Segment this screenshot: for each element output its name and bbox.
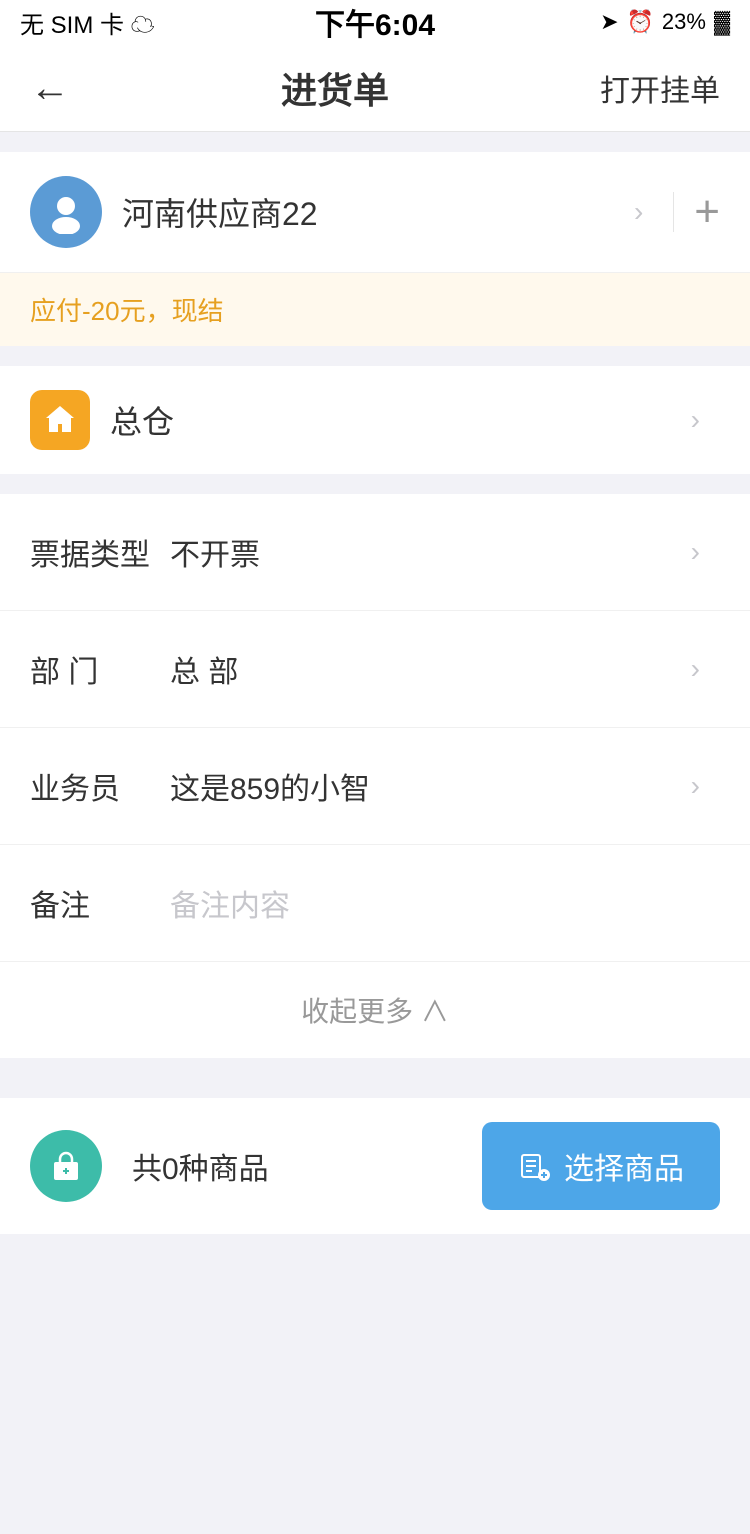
remark-value[interactable]: 备注内容 bbox=[170, 881, 720, 925]
warehouse-chevron-icon: › bbox=[691, 404, 700, 436]
collapse-label: 收起更多 ∧ bbox=[301, 996, 449, 1027]
status-time: 下午6:04 bbox=[315, 0, 435, 44]
warehouse-row[interactable]: 总仓 › bbox=[0, 366, 750, 474]
alarm-icon: ⏰ bbox=[627, 9, 654, 35]
department-label: 部 门 bbox=[30, 647, 170, 691]
collapse-button[interactable]: 收起更多 ∧ bbox=[0, 961, 750, 1058]
nav-bar: ← 进货单 打开挂单 bbox=[0, 44, 750, 132]
back-button[interactable]: ← bbox=[30, 68, 70, 108]
location-icon: ➤ bbox=[600, 9, 618, 35]
select-product-button[interactable]: 选择商品 bbox=[482, 1122, 720, 1210]
status-left: 无 SIM 卡 ☁ bbox=[20, 5, 155, 40]
product-icon bbox=[30, 1130, 102, 1202]
warehouse-card[interactable]: 总仓 › bbox=[0, 366, 750, 474]
select-btn-label: 选择商品 bbox=[564, 1144, 684, 1188]
page-background bbox=[0, 1234, 750, 1534]
status-bar: 无 SIM 卡 ☁ 下午6:04 ➤ ⏰ 23% ▓ bbox=[0, 0, 750, 44]
warehouse-icon bbox=[30, 390, 90, 450]
invoice-type-row[interactable]: 票据类型 不开票 › bbox=[0, 494, 750, 611]
gap-1 bbox=[0, 132, 750, 152]
invoice-type-value: 不开票 bbox=[170, 530, 671, 574]
battery-icon: ▓ bbox=[714, 9, 730, 35]
battery-text: 23% bbox=[662, 9, 706, 35]
invoice-type-chevron-icon: › bbox=[691, 536, 700, 568]
shopping-bag-icon bbox=[46, 1146, 86, 1186]
supplier-card: 河南供应商22 › + 应付-20元，现结 bbox=[0, 152, 750, 346]
gap-2 bbox=[0, 346, 750, 366]
form-section: 票据类型 不开票 › 部 门 总 部 › 业务员 这是859的小智 › 备注 备… bbox=[0, 494, 750, 961]
add-button[interactable]: + bbox=[684, 190, 720, 234]
remark-row[interactable]: 备注 备注内容 bbox=[0, 845, 750, 961]
department-chevron-icon: › bbox=[691, 653, 700, 685]
open-pending-button[interactable]: 打开挂单 bbox=[600, 66, 720, 110]
status-right: ➤ ⏰ 23% ▓ bbox=[600, 9, 730, 35]
product-count: 共0种商品 bbox=[132, 1144, 452, 1188]
remark-label: 备注 bbox=[30, 881, 170, 925]
gap-3 bbox=[0, 1058, 750, 1078]
invoice-type-label: 票据类型 bbox=[30, 530, 170, 574]
supplier-chevron-icon: › bbox=[634, 196, 643, 228]
salesperson-label: 业务员 bbox=[30, 764, 170, 808]
salesperson-chevron-icon: › bbox=[691, 770, 700, 802]
supplier-avatar bbox=[30, 176, 102, 248]
person-icon bbox=[44, 190, 88, 234]
department-value: 总 部 bbox=[170, 647, 671, 691]
salesperson-value: 这是859的小智 bbox=[170, 764, 671, 808]
supplier-divider bbox=[673, 192, 674, 232]
notice-text: 应付-20元，现结 bbox=[30, 296, 224, 326]
bottom-bar: 共0种商品 选择商品 bbox=[0, 1098, 750, 1234]
supplier-name: 河南供应商22 bbox=[122, 189, 614, 235]
page-title: 进货单 bbox=[281, 62, 389, 114]
signal-text: 无 SIM 卡 ☁ bbox=[20, 5, 155, 40]
department-row[interactable]: 部 门 总 部 › bbox=[0, 611, 750, 728]
salesperson-row[interactable]: 业务员 这是859的小智 › bbox=[0, 728, 750, 845]
warehouse-name: 总仓 bbox=[110, 397, 671, 443]
supplier-row[interactable]: 河南供应商22 › + bbox=[0, 152, 750, 273]
house-icon bbox=[42, 402, 78, 438]
notice-bar: 应付-20元，现结 bbox=[0, 273, 750, 346]
select-product-icon bbox=[518, 1149, 552, 1183]
